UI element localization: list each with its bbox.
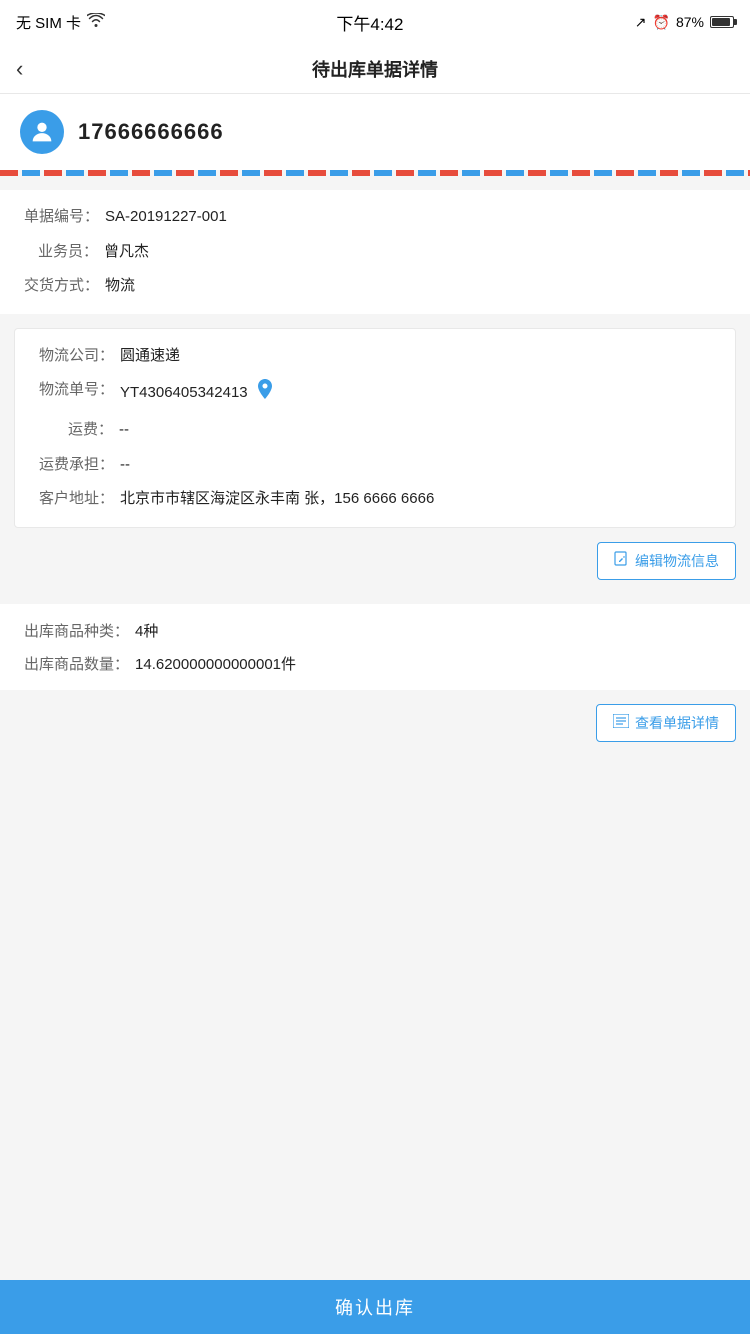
order-no-value: SA-20191227-001: [105, 206, 726, 229]
confirm-button-area[interactable]: 确认出库: [0, 1280, 750, 1334]
logistics-company-value: 圆通速递: [120, 345, 711, 368]
logistics-tracking-label: 物流单号：: [39, 379, 120, 402]
list-icon: [613, 714, 629, 731]
edit-logistics-button[interactable]: 编辑物流信息: [597, 542, 736, 580]
address-value: 北京市市辖区海淀区永丰南 张，156 6666 6666: [120, 488, 711, 511]
bottom-space: [0, 742, 750, 862]
carrier-text: 无 SIM 卡: [16, 12, 81, 33]
status-indicators: ↗ ⏰ 87%: [635, 14, 734, 31]
freight-label: 运费：: [39, 419, 119, 442]
status-carrier: 无 SIM 卡: [16, 12, 105, 33]
delivery-row: 交货方式： 物流: [24, 275, 726, 298]
salesman-label: 业务员：: [24, 241, 104, 264]
delivery-label: 交货方式：: [24, 275, 105, 298]
goods-types-row: 出库商品种类： 4种: [24, 620, 726, 641]
nav-bar: ‹ 待出库单据详情: [0, 44, 750, 94]
status-bar: 无 SIM 卡 下午4:42 ↗ ⏰ 87%: [0, 0, 750, 44]
logistics-tracking-row: 物流单号： YT4306405342413: [39, 379, 711, 407]
dashed-divider: [0, 170, 750, 176]
avatar-icon: [28, 118, 56, 146]
battery-icon: [710, 16, 734, 28]
freight-bear-label: 运费承担：: [39, 454, 120, 477]
delivery-value: 物流: [105, 275, 726, 298]
order-no-row: 单据编号： SA-20191227-001: [24, 206, 726, 229]
view-detail-button[interactable]: 查看单据详情: [596, 704, 736, 742]
status-time: 下午4:42: [336, 10, 403, 35]
section-gap-1: [0, 580, 750, 592]
order-no-label: 单据编号：: [24, 206, 105, 229]
customer-phone: 17666666666: [78, 119, 224, 145]
page-content: 17666666666 单据编号： SA-20191227-001 业务员： 曾…: [0, 94, 750, 922]
freight-bear-value: --: [120, 454, 711, 477]
salesman-value: 曾凡杰: [104, 241, 726, 264]
address-label: 客户地址：: [39, 488, 120, 511]
location-icon: ↗: [635, 14, 647, 31]
logistics-company-label: 物流公司：: [39, 345, 120, 368]
view-detail-label: 查看单据详情: [635, 713, 719, 733]
goods-types-label: 出库商品种类：: [24, 620, 135, 641]
freight-bear-row: 运费承担： --: [39, 454, 711, 477]
back-button[interactable]: ‹: [16, 56, 23, 82]
customer-header: 17666666666: [0, 94, 750, 170]
page-title: 待出库单据详情: [312, 56, 438, 82]
order-info-card: 单据编号： SA-20191227-001 业务员： 曾凡杰 交货方式： 物流: [0, 190, 750, 314]
avatar: [20, 110, 64, 154]
alarm-icon: ⏰: [653, 14, 670, 31]
goods-quantity-label: 出库商品数量：: [24, 653, 135, 674]
edit-icon: [614, 551, 629, 570]
address-row: 客户地址： 北京市市辖区海淀区永丰南 张，156 6666 6666: [39, 488, 711, 511]
goods-types-value: 4种: [135, 620, 726, 641]
battery-percent: 87%: [676, 14, 704, 30]
view-detail-area: 查看单据详情: [0, 690, 750, 742]
goods-quantity-row: 出库商品数量： 14.620000000000001件: [24, 653, 726, 674]
edit-logistics-area: 编辑物流信息: [0, 528, 750, 580]
freight-row: 运费： --: [39, 419, 711, 442]
salesman-row: 业务员： 曾凡杰: [24, 241, 726, 264]
logistics-company-row: 物流公司： 圆通速递: [39, 345, 711, 368]
goods-quantity-value: 14.620000000000001件: [135, 653, 726, 674]
edit-logistics-label: 编辑物流信息: [635, 551, 719, 571]
tracking-location-icon[interactable]: [256, 379, 274, 407]
wifi-icon: [87, 13, 105, 31]
freight-value: --: [119, 419, 711, 442]
tracking-no-text: YT4306405342413: [120, 382, 248, 405]
logistics-tracking-value: YT4306405342413: [120, 379, 711, 407]
goods-card: 出库商品种类： 4种 出库商品数量： 14.620000000000001件: [0, 604, 750, 690]
logistics-card: 物流公司： 圆通速递 物流单号： YT4306405342413 运费： -- …: [14, 328, 736, 528]
confirm-button-label: 确认出库: [335, 1294, 415, 1320]
